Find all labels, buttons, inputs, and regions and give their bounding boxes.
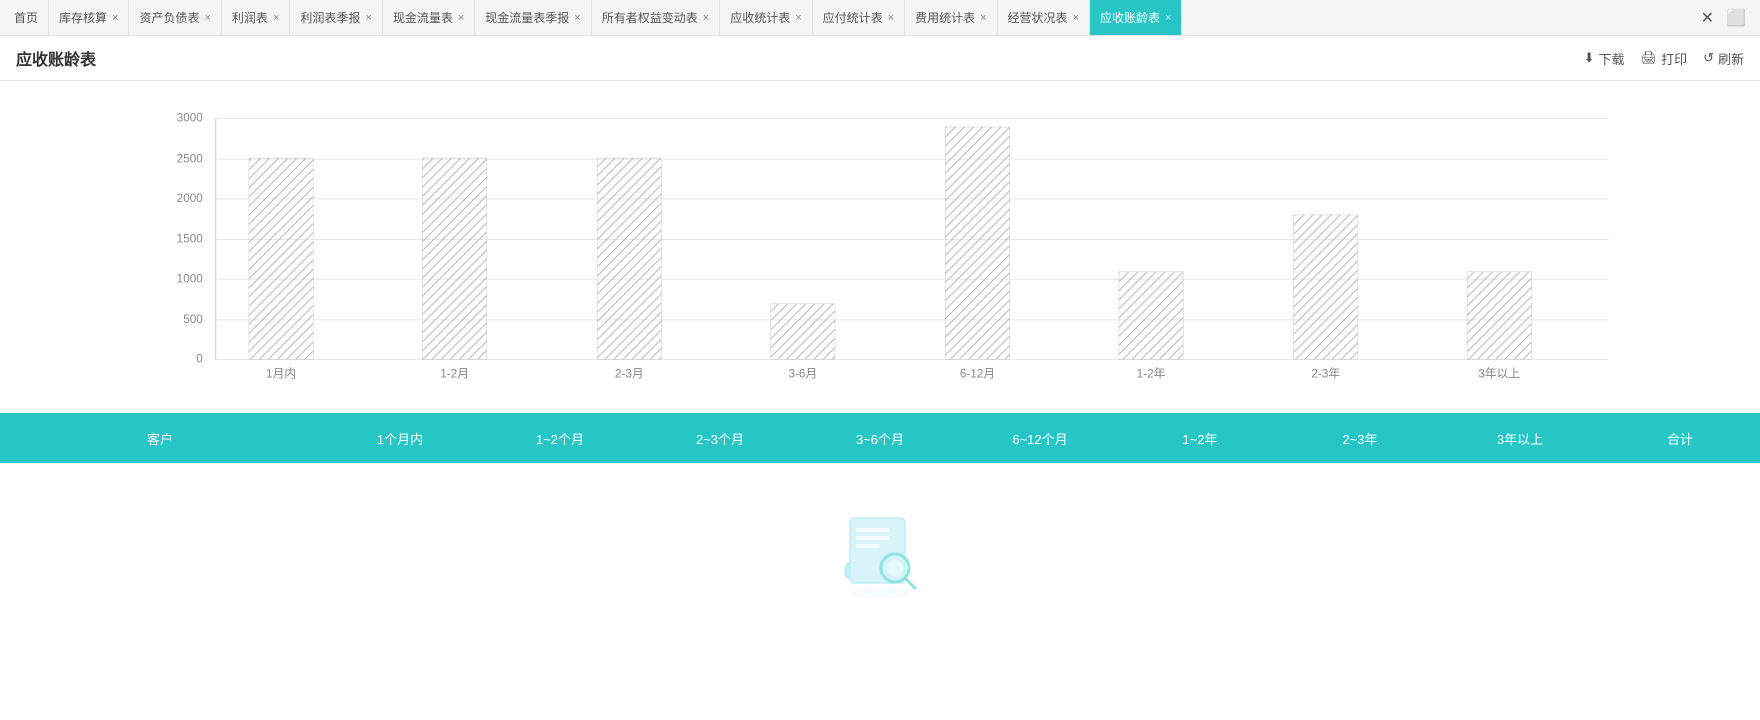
bar-3年以上 [1467,272,1531,360]
bar-1-2月 [423,158,487,359]
tab-ap-stats[interactable]: 应付统计表 × [813,0,905,36]
th-8: 3年以上 [1440,429,1600,448]
tab-cashflow[interactable]: 现金流量表 × [383,0,475,36]
th-2: 1~2个月 [480,429,640,448]
chart-svg: 0 500 1000 1500 2000 2500 3000 1月内 1-2月 [16,97,1744,397]
tab-label-ar-aging: 应收账龄表 [1100,9,1160,26]
tabs-container: 首页库存核算×资产负债表×利润表×利润表季报×现金流量表×现金流量表季报×所有者… [4,0,1697,36]
chart-container: 0 500 1000 1500 2000 2500 3000 1月内 1-2月 [16,97,1744,397]
th-4: 3~6个月 [800,429,960,448]
svg-text:500: 500 [183,313,203,326]
tab-label-equity: 所有者权益变动表 [602,9,698,26]
tab-balance-sheet[interactable]: 资产负债表 × [129,0,221,36]
empty-icon [830,503,930,622]
svg-text:1000: 1000 [177,272,204,285]
tab-profit[interactable]: 利润表 × [222,0,290,36]
th-5: 6~12个月 [960,429,1120,448]
bar-3-6月 [771,304,835,360]
th-1: 1个月内 [320,429,480,448]
tab-profit-quarterly[interactable]: 利润表季报 × [290,0,382,36]
svg-text:0: 0 [196,353,203,366]
tab-label-expense-stats: 费用统计表 [915,9,975,26]
tab-label-cashflow-quarterly: 现金流量表季报 [485,9,569,26]
print-label: 打印 [1661,49,1687,68]
tab-ar-aging[interactable]: 应收账龄表 × [1090,0,1182,36]
tab-close-cashflow[interactable]: × [458,12,464,24]
svg-text:2500: 2500 [177,152,204,165]
print-button[interactable]: 🖨 打印 [1641,49,1688,68]
tab-label-cashflow: 现金流量表 [393,9,453,26]
refresh-button[interactable]: ↺ 刷新 [1703,49,1744,68]
svg-text:2000: 2000 [177,192,204,205]
tab-ar-stats[interactable]: 应收统计表 × [720,0,812,36]
tab-expense-stats[interactable]: 费用统计表 × [905,0,997,36]
tab-home[interactable]: 首页 [4,0,49,36]
bar-1-2年 [1119,272,1183,360]
tab-close-balance-sheet[interactable]: × [204,12,210,24]
tab-inventory[interactable]: 库存核算 × [49,0,129,36]
svg-text:3-6月: 3-6月 [788,368,817,381]
tab-close-ap-stats[interactable]: × [888,12,894,24]
tab-close-cashflow-quarterly[interactable]: × [574,12,580,24]
window-maximize-button[interactable]: ⬜ [1722,6,1750,30]
tab-label-ar-stats: 应收统计表 [730,9,790,26]
refresh-label: 刷新 [1718,49,1744,68]
page-title: 应收账龄表 [16,46,96,70]
tab-label-ap-stats: 应付统计表 [823,9,883,26]
tab-close-expense-stats[interactable]: × [980,12,986,24]
svg-text:6-12月: 6-12月 [960,368,995,381]
svg-text:3000: 3000 [177,112,204,125]
th-3: 2~3个月 [640,429,800,448]
tab-close-ar-aging[interactable]: × [1165,12,1171,24]
main-content: 0 500 1000 1500 2000 2500 3000 1月内 1-2月 [0,81,1760,413]
tab-close-profit[interactable]: × [273,12,279,24]
tab-label-operations: 经营状况表 [1008,9,1068,26]
svg-text:1月内: 1月内 [266,367,296,381]
tab-equity[interactable]: 所有者权益变动表 × [592,0,720,36]
table-header: 客户1个月内1~2个月2~3个月3~6个月6~12个月1~2年2~3年3年以上合… [0,413,1760,463]
svg-text:1500: 1500 [177,233,204,246]
th-9: 合计 [1600,429,1760,448]
header-actions: ⬇ 下载 🖨 打印 ↺ 刷新 [1584,49,1744,68]
tab-bar-actions: ✕ ⬜ [1697,6,1756,30]
tab-close-inventory[interactable]: × [112,12,118,24]
bar-2-3年 [1294,215,1358,360]
bar-6-12月 [945,127,1009,360]
th-7: 2~3年 [1280,429,1440,448]
tab-close-operations[interactable]: × [1073,12,1079,24]
download-label: 下载 [1599,49,1625,68]
bar-1月内 [249,158,313,359]
tab-label-home: 首页 [14,9,38,26]
tab-label-balance-sheet: 资产负债表 [139,9,199,26]
tab-label-profit: 利润表 [232,9,268,26]
bar-2-3月 [597,158,661,359]
download-button[interactable]: ⬇ 下载 [1584,49,1625,68]
tab-close-equity[interactable]: × [703,12,709,24]
page-header: 应收账龄表 ⬇ 下载 🖨 打印 ↺ 刷新 [0,36,1760,81]
refresh-icon: ↺ [1703,50,1714,66]
empty-state [0,463,1760,662]
tab-bar: 首页库存核算×资产负债表×利润表×利润表季报×现金流量表×现金流量表季报×所有者… [0,0,1760,36]
th-6: 1~2年 [1120,429,1280,448]
tab-label-profit-quarterly: 利润表季报 [300,9,360,26]
th-0: 客户 [0,429,320,448]
svg-text:2-3年: 2-3年 [1311,367,1340,381]
svg-text:2-3月: 2-3月 [615,368,644,381]
download-icon: ⬇ [1584,50,1595,66]
svg-text:1-2月: 1-2月 [440,368,469,381]
tab-label-inventory: 库存核算 [59,9,107,26]
tab-close-ar-stats[interactable]: × [795,12,801,24]
tab-cashflow-quarterly[interactable]: 现金流量表季报 × [475,0,591,36]
svg-text:3年以上: 3年以上 [1478,367,1520,381]
tab-close-profit-quarterly[interactable]: × [365,12,371,24]
print-icon: 🖨 [1641,50,1658,66]
tab-operations[interactable]: 经营状况表 × [998,0,1090,36]
svg-text:1-2年: 1-2年 [1137,367,1166,381]
window-close-button[interactable]: ✕ [1697,6,1718,30]
